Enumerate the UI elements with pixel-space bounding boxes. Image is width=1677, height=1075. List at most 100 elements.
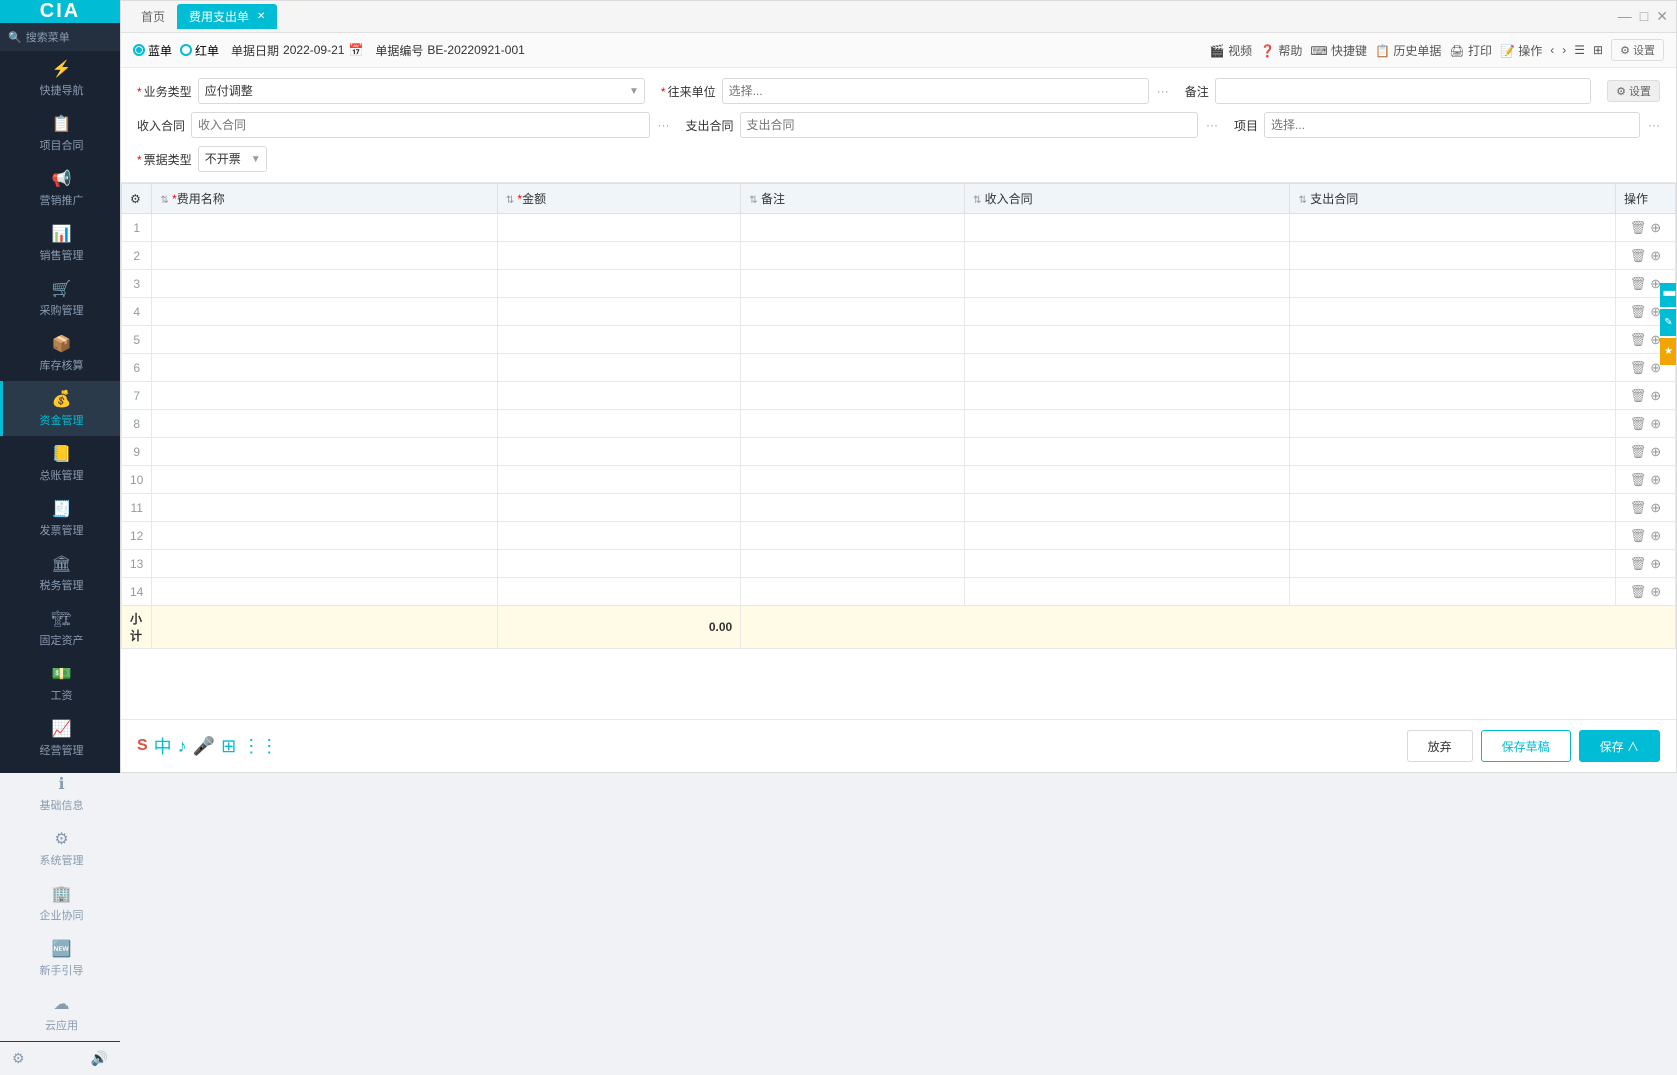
- remark-cell[interactable]: [741, 298, 965, 326]
- settings-button[interactable]: ⚙ 设置: [1607, 80, 1660, 102]
- expense-contract-cell[interactable]: [1290, 214, 1616, 242]
- help-btn[interactable]: ❓ 帮助: [1260, 42, 1302, 59]
- copy-row-btn[interactable]: ⊕: [1650, 500, 1661, 516]
- copy-row-btn[interactable]: ⊕: [1650, 444, 1661, 460]
- income-contract-cell[interactable]: [964, 578, 1290, 606]
- delete-row-btn[interactable]: 🗑: [1630, 220, 1647, 236]
- window-close[interactable]: ✕: [1656, 8, 1668, 25]
- expense-contract-cell[interactable]: [1290, 382, 1616, 410]
- amount-cell[interactable]: [497, 578, 741, 606]
- set-button[interactable]: ⚙ 设置: [1611, 39, 1664, 61]
- copy-row-btn[interactable]: ⊕: [1650, 388, 1661, 404]
- sidebar-item-enterprise[interactable]: 🏢 企业协同: [0, 876, 120, 931]
- copy-row-btn[interactable]: ⊕: [1650, 220, 1661, 236]
- project-dots[interactable]: ···: [1648, 118, 1660, 132]
- delete-row-btn[interactable]: 🗑: [1630, 584, 1647, 600]
- amount-cell[interactable]: [497, 466, 741, 494]
- expense-contract-cell[interactable]: [1290, 298, 1616, 326]
- expense-name-cell[interactable]: [152, 438, 497, 466]
- delete-row-btn[interactable]: 🗑: [1630, 304, 1647, 320]
- expense-name-cell[interactable]: [152, 382, 497, 410]
- view-list[interactable]: ☰: [1574, 43, 1585, 57]
- expense-contract-cell[interactable]: [1290, 354, 1616, 382]
- partner-input[interactable]: [722, 78, 1149, 104]
- amount-cell[interactable]: [497, 522, 741, 550]
- expense-name-cell[interactable]: [152, 494, 497, 522]
- expense-contract-cell[interactable]: [1290, 242, 1616, 270]
- delete-row-btn[interactable]: 🗑: [1630, 416, 1647, 432]
- sidebar-item-quick-nav[interactable]: ⚡ 快捷导航: [0, 51, 120, 106]
- remark-cell[interactable]: [741, 466, 965, 494]
- delete-row-btn[interactable]: 🗑: [1630, 276, 1647, 292]
- save-draft-button[interactable]: 保存草稿: [1481, 730, 1571, 762]
- remark-cell[interactable]: [741, 578, 965, 606]
- copy-row-btn[interactable]: ⊕: [1650, 528, 1661, 544]
- sidebar-item-purchase[interactable]: 🛒 采购管理: [0, 271, 120, 326]
- save-button[interactable]: 保存 ∧: [1579, 730, 1660, 762]
- amount-cell[interactable]: [497, 298, 741, 326]
- expense-contract-cell[interactable]: [1290, 410, 1616, 438]
- income-contract-cell[interactable]: [964, 214, 1290, 242]
- print-btn[interactable]: 🖨 打印: [1449, 42, 1492, 59]
- expense-name-cell[interactable]: [152, 354, 497, 382]
- copy-row-btn[interactable]: ⊕: [1650, 556, 1661, 572]
- remark-cell[interactable]: [741, 438, 965, 466]
- radio-blue[interactable]: 蓝单: [133, 42, 172, 59]
- delete-row-btn[interactable]: 🗑: [1630, 248, 1647, 264]
- income-contract-cell[interactable]: [964, 270, 1290, 298]
- income-contract-cell[interactable]: [964, 466, 1290, 494]
- expense-name-cell[interactable]: [152, 214, 497, 242]
- income-contract-cell[interactable]: [964, 382, 1290, 410]
- nav-next[interactable]: ›: [1562, 43, 1566, 57]
- sidebar-item-basic-info[interactable]: ℹ 基础信息: [0, 766, 120, 821]
- delete-row-btn[interactable]: 🗑: [1630, 332, 1647, 348]
- sidebar-item-sales[interactable]: 📊 销售管理: [0, 216, 120, 271]
- sidebar-item-salary[interactable]: 💵 工资: [0, 656, 120, 711]
- income-contract-cell[interactable]: [964, 354, 1290, 382]
- amount-cell[interactable]: [497, 354, 741, 382]
- view-grid[interactable]: ⊞: [1593, 43, 1603, 57]
- video-btn[interactable]: 🎬 视频: [1210, 42, 1252, 59]
- income-contract-cell[interactable]: [964, 326, 1290, 354]
- amount-cell[interactable]: [497, 214, 741, 242]
- sidebar-item-cloud[interactable]: ☁ 云应用: [0, 986, 120, 1041]
- remark-cell[interactable]: [741, 522, 965, 550]
- income-contract-cell[interactable]: [964, 438, 1290, 466]
- expense-contract-cell[interactable]: [1290, 270, 1616, 298]
- amount-cell[interactable]: [497, 494, 741, 522]
- float-tab-3[interactable]: ★: [1660, 338, 1676, 365]
- remark-cell[interactable]: [741, 354, 965, 382]
- sort-icon[interactable]: ⇅: [1298, 195, 1306, 206]
- sidebar-item-tax[interactable]: 🏛 税务管理: [0, 546, 120, 601]
- sidebar-item-fund[interactable]: 💰 资金管理: [0, 381, 120, 436]
- income-contract-cell[interactable]: [964, 522, 1290, 550]
- sidebar-item-ops[interactable]: 📈 经营管理: [0, 711, 120, 766]
- remark-cell[interactable]: [741, 494, 965, 522]
- delete-row-btn[interactable]: 🗑: [1630, 500, 1647, 516]
- expense-contract-cell[interactable]: [1290, 494, 1616, 522]
- nav-prev[interactable]: ‹: [1550, 43, 1554, 57]
- ticket-type-select[interactable]: 不开票: [198, 146, 267, 172]
- expense-name-cell[interactable]: [152, 578, 497, 606]
- settings-icon[interactable]: ⚙: [12, 1050, 25, 1067]
- remark-cell[interactable]: [741, 550, 965, 578]
- calendar-icon[interactable]: 📅: [348, 43, 363, 57]
- remark-cell[interactable]: [741, 382, 965, 410]
- delete-row-btn[interactable]: 🗑: [1630, 528, 1647, 544]
- float-tab-2[interactable]: ✎: [1660, 309, 1676, 336]
- window-minimize[interactable]: —: [1618, 8, 1632, 25]
- income-contract-cell[interactable]: [964, 410, 1290, 438]
- shortcut-btn[interactable]: ⌨ 快捷键: [1310, 42, 1367, 59]
- sidebar-item-invoice[interactable]: 🧾 发票管理: [0, 491, 120, 546]
- income-contract-cell[interactable]: [964, 550, 1290, 578]
- business-type-select[interactable]: 应付调整: [198, 78, 645, 104]
- sidebar-item-marketing[interactable]: 📢 营销推广: [0, 161, 120, 216]
- income-contract-cell[interactable]: [964, 494, 1290, 522]
- window-maximize[interactable]: □: [1640, 8, 1648, 25]
- radio-red[interactable]: 红单: [180, 42, 219, 59]
- copy-row-btn[interactable]: ⊕: [1650, 248, 1661, 264]
- volume-icon[interactable]: 🔊: [91, 1050, 108, 1067]
- expense-name-cell[interactable]: [152, 298, 497, 326]
- amount-cell[interactable]: [497, 326, 741, 354]
- partner-dots-btn[interactable]: ···: [1157, 84, 1169, 98]
